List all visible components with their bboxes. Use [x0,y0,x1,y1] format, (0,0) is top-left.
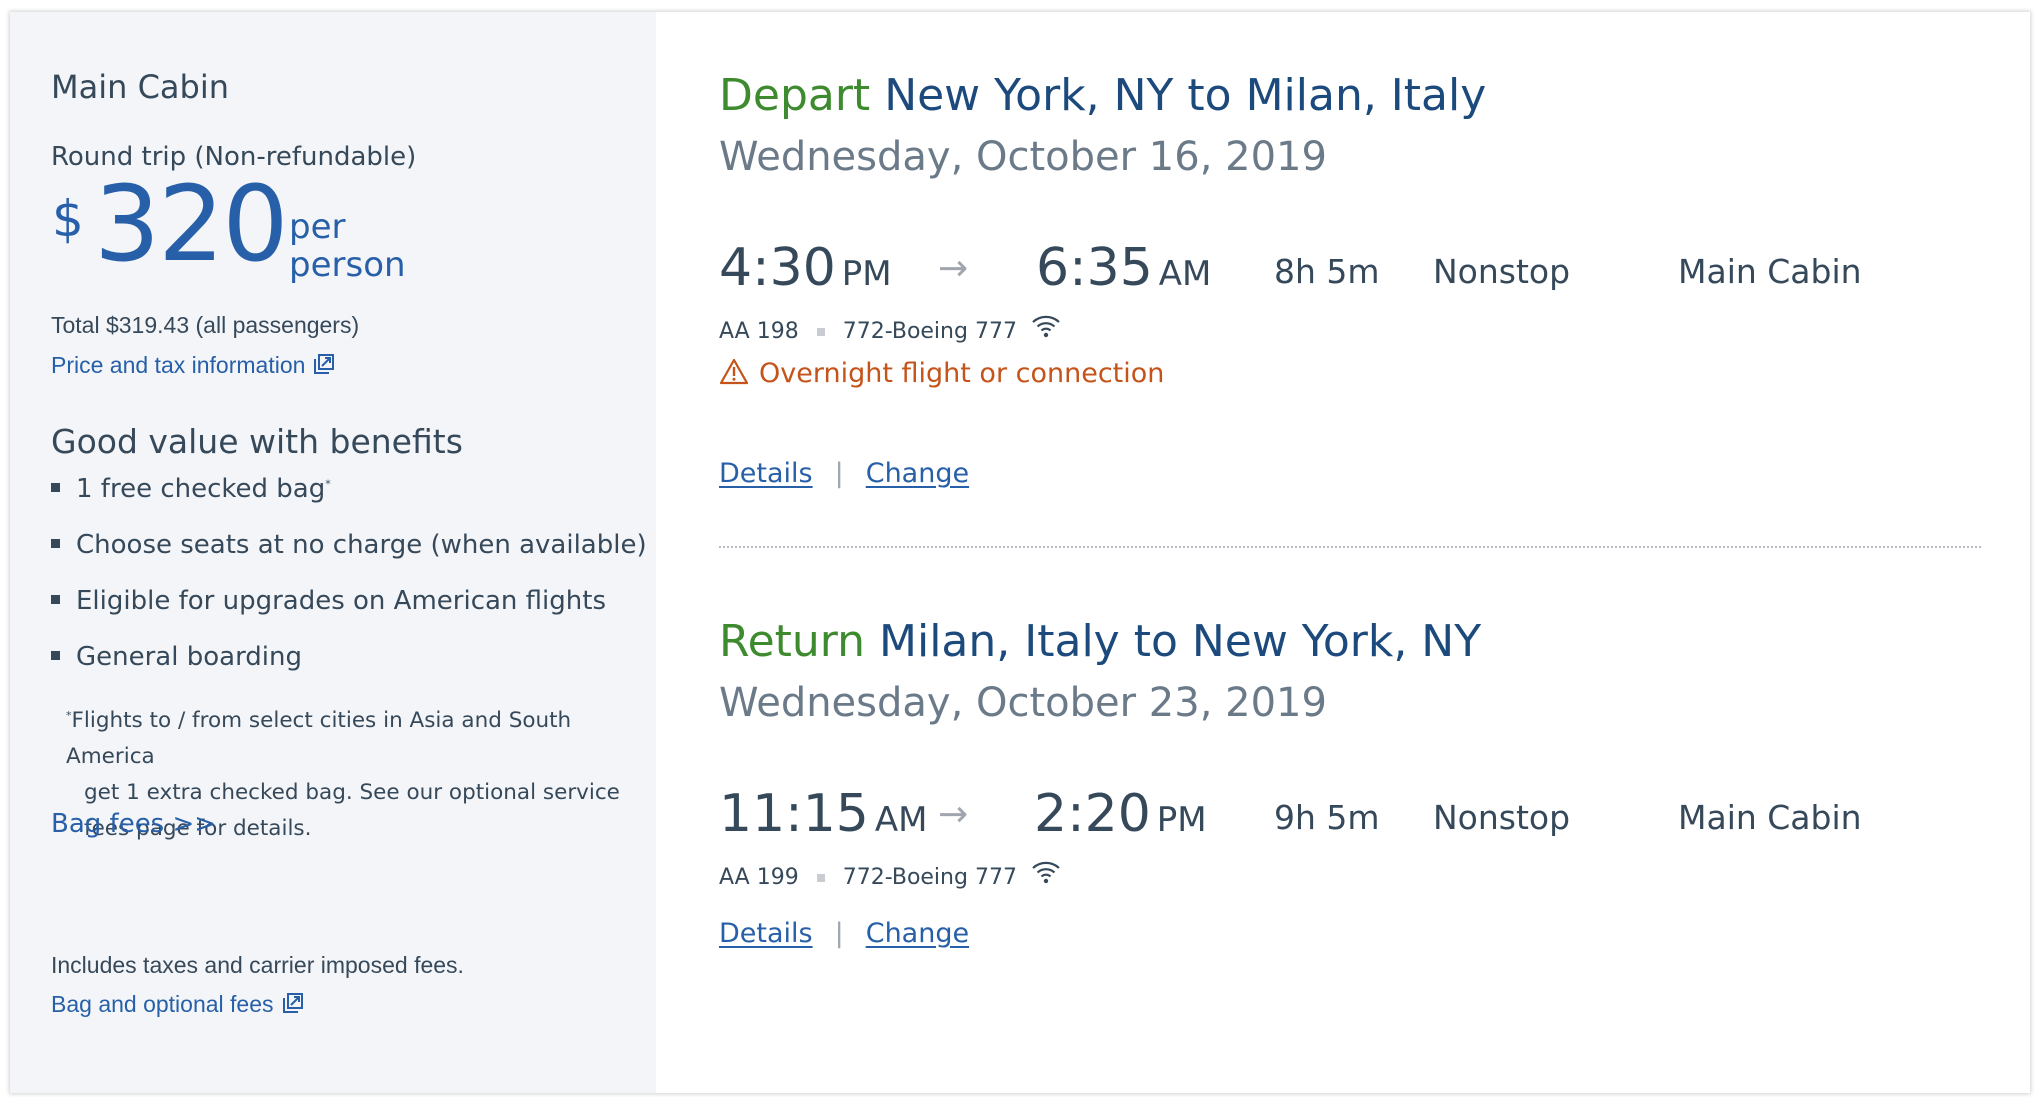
separator-dot [816,874,825,882]
arrive-time: 2:20 PM [1034,788,1207,840]
bag-optional-fees-link[interactable]: Bag and optional fees [51,991,304,1020]
flight-meta: AA 199 772-Boeing 777 [719,860,1061,893]
price-tax-link-label[interactable]: Price and tax information [51,352,305,378]
benefits-title: Good value with benefits [51,422,463,461]
fare-panel: Main Cabin Round trip (Non-refundable) $… [10,12,656,1093]
arrive-time-value: 6:35 [1036,238,1153,298]
change-link[interactable]: Change [866,458,969,489]
stops: Nonstop [1433,252,1571,291]
price-tax-link[interactable]: Price and tax information [51,352,335,381]
price-unit-line2: person [289,245,406,285]
aircraft: 772-Boeing 777 [842,319,1017,344]
depart-time: 11:15 AM [719,788,927,840]
leg-route: Milan, Italy to New York, NY [879,616,1482,667]
flight-meta: AA 198 772-Boeing 777 [719,314,1061,347]
bullet-icon [51,539,60,548]
arrive-time: 6:35 AM [1036,242,1211,294]
benefit-label: 1 free checked bag [76,474,326,504]
benefit-label: General boarding [76,642,303,672]
price-unit-line1: per [289,207,346,247]
flight-duration: 8h 5m [1274,252,1380,291]
leg-title: Return Milan, Italy to New York, NY [719,616,1481,667]
wifi-icon [1031,860,1061,890]
flight-number: AA 199 [719,865,799,890]
change-link[interactable]: Change [866,918,969,949]
action-separator: | [834,458,844,489]
fare-summary-card: Main Cabin Round trip (Non-refundable) $… [10,12,2030,1093]
total-price: Total $319.43 (all passengers) [51,312,360,338]
external-link-icon [282,992,304,1020]
bullet-icon [51,595,60,604]
benefit-item: 1 free checked bag* [51,474,331,504]
benefit-item: Eligible for upgrades on American flight… [51,586,606,616]
benefit-item: General boarding [51,642,302,672]
arrive-time-value: 2:20 [1034,784,1151,844]
details-link[interactable]: Details [719,458,813,489]
details-link[interactable]: Details [719,918,813,949]
benefit-item: Choose seats at no charge (when availabl… [51,530,647,560]
currency-symbol: $ [52,190,84,248]
depart-time-value: 4:30 [719,238,836,298]
leg-title: Depart New York, NY to Milan, Italy [719,70,1486,121]
footnote-mark: * [325,477,331,491]
depart-ampm: PM [841,254,892,294]
arrive-ampm: PM [1156,800,1207,840]
cabin-class: Main Cabin [1678,252,1862,291]
leg-keyword: Depart [719,70,871,121]
depart-time: 4:30 PM [719,242,892,294]
leg-actions: Details | Change [719,458,969,489]
leg-actions: Details | Change [719,918,969,949]
bag-fees-link[interactable]: Bag fees >> [51,809,216,839]
bullet-icon [51,483,60,492]
arrow-right-icon: → [938,794,969,835]
separator-dot [816,328,825,336]
flight-number: AA 198 [719,319,799,344]
warning-text: Overnight flight or connection [759,358,1165,389]
benefit-label: Eligible for upgrades on American flight… [76,586,606,616]
benefit-label: Choose seats at no charge (when availabl… [76,530,647,560]
stops: Nonstop [1433,798,1571,837]
leg-route: New York, NY to Milan, Italy [884,70,1487,121]
bullet-icon [51,651,60,660]
includes-taxes-note: Includes taxes and carrier imposed fees. [51,952,464,978]
overnight-warning: Overnight flight or connection [719,358,1164,389]
bag-optional-fees-label[interactable]: Bag and optional fees [51,991,274,1017]
cabin-class: Main Cabin [1678,798,1862,837]
leg-keyword: Return [719,616,866,667]
leg-date: Wednesday, October 23, 2019 [719,680,1327,726]
action-separator: | [834,918,844,949]
price-amount: 320 [94,163,289,285]
leg-divider [719,546,1981,548]
arrive-ampm: AM [1158,254,1212,294]
aircraft: 772-Boeing 777 [842,865,1017,890]
arrow-right-icon: → [938,248,969,289]
wifi-icon [1031,314,1061,344]
price-unit: per person [289,208,406,284]
depart-ampm: AM [874,800,928,840]
footnote-line1: Flights to / from select cities in Asia … [66,708,572,770]
leg-date: Wednesday, October 16, 2019 [719,134,1327,180]
depart-time-value: 11:15 [719,784,869,844]
external-link-icon [313,353,335,381]
cabin-title: Main Cabin [51,68,229,106]
warning-icon [719,358,759,389]
bag-fees-link-label[interactable]: Bag fees >> [51,809,216,839]
flight-duration: 9h 5m [1274,798,1380,837]
